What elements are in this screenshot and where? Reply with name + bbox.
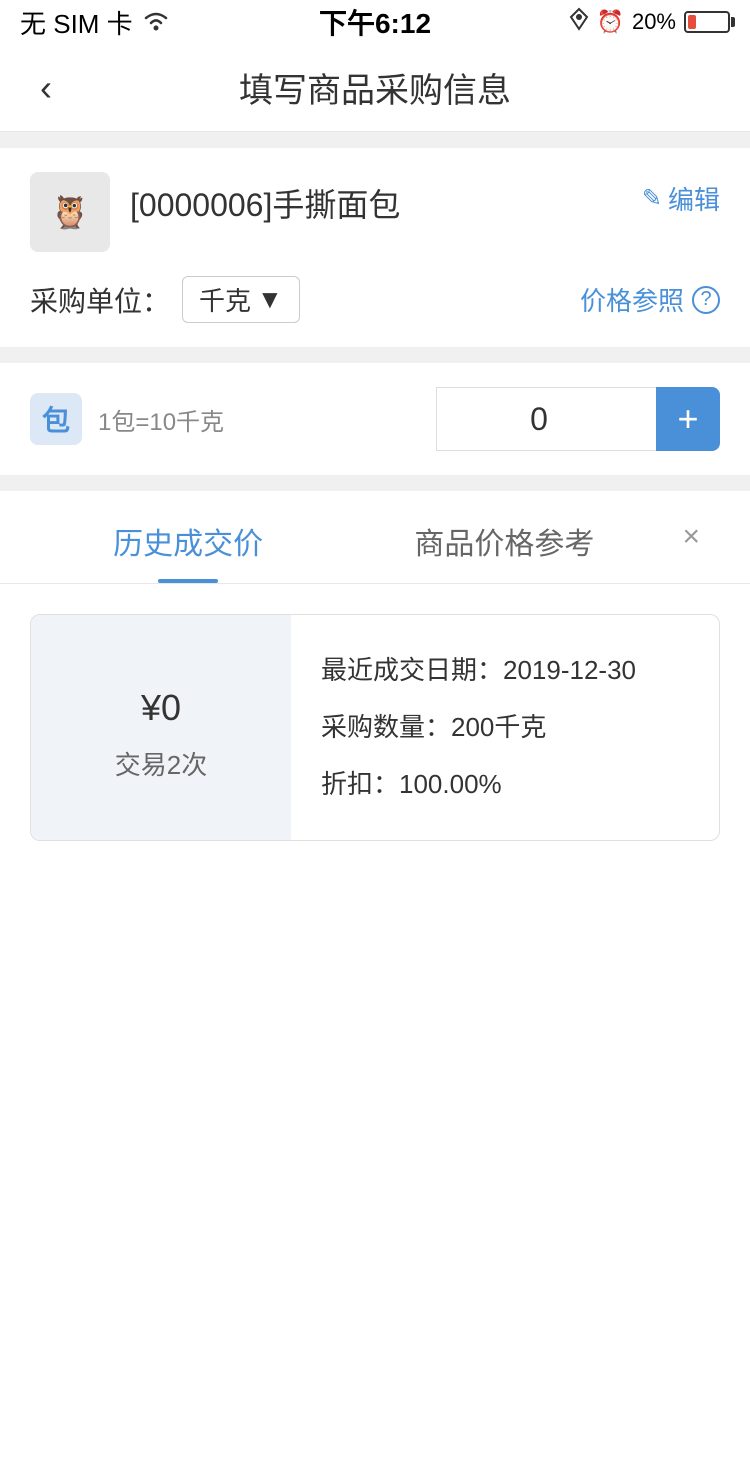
edit-label: 编辑 — [668, 180, 720, 217]
quantity-input[interactable] — [436, 387, 656, 451]
transaction-price-panel: ¥0 交易2次 — [31, 615, 291, 840]
transaction-price: ¥0 — [141, 673, 181, 733]
back-button[interactable]: ‹ — [30, 57, 62, 119]
tab-product-price-label: 商品价格参考 — [414, 528, 594, 561]
quantity-control: + — [436, 387, 720, 451]
carrier-text: 无 SIM 卡 — [20, 4, 133, 41]
tabs-row: 历史成交价 商品价格参考 × — [0, 491, 750, 584]
product-name: [0000006]手撕面包 — [130, 180, 400, 226]
tab-history-label: 历史成交价 — [113, 528, 263, 561]
nav-bar: ‹ 填写商品采购信息 — [0, 44, 750, 132]
recent-date-row: 最近成交日期：2019-12-30 — [321, 651, 689, 690]
logo-owl-icon: 🦉 — [50, 193, 90, 231]
transaction-count: 交易2次 — [115, 745, 207, 782]
product-card: 🦉 [0000006]手撕面包 ✎ 编辑 采购单位： 千克 ▼ 价格参照 ? — [0, 148, 750, 347]
price-ref-label: 价格参照 — [580, 281, 684, 318]
help-icon: ? — [692, 286, 720, 314]
recent-date-value: 2019-12-30 — [503, 655, 636, 685]
transaction-area: ¥0 交易2次 最近成交日期：2019-12-30 采购数量：200千克 折扣：… — [0, 584, 750, 871]
wifi-icon — [141, 7, 171, 38]
bottom-area — [0, 871, 750, 1471]
battery-percent: 20% — [632, 9, 676, 35]
tab-product-price-ref[interactable]: 商品价格参考 — [346, 491, 662, 583]
edit-icon: ✎ — [642, 184, 662, 213]
unit-label: 包 1包=10千克 — [30, 393, 416, 445]
unit-value: 千克 — [199, 281, 251, 318]
quantity-plus-button[interactable]: + — [656, 387, 720, 451]
purchase-unit: 采购单位： 千克 ▼ — [30, 276, 300, 323]
currency-symbol: ¥ — [141, 687, 161, 728]
purchase-qty-value: 200千克 — [451, 712, 546, 742]
page-title: 填写商品采购信息 — [239, 63, 511, 112]
product-meta: 采购单位： 千克 ▼ 价格参照 ? — [30, 276, 720, 323]
close-button[interactable]: × — [662, 500, 720, 574]
dropdown-arrow-icon: ▼ — [257, 284, 283, 315]
recent-date-label: 最近成交日期： — [321, 655, 503, 685]
unit-conversion: 1包=10千克 — [98, 402, 224, 437]
discount-value: 100.00% — [399, 769, 502, 799]
status-left: 无 SIM 卡 — [20, 4, 171, 41]
unit-select-dropdown[interactable]: 千克 ▼ — [182, 276, 300, 323]
price-reference-button[interactable]: 价格参照 ? — [580, 281, 720, 318]
alarm-icon: ⏰ — [597, 9, 624, 35]
battery-icon — [684, 11, 730, 33]
purchase-unit-label: 采购单位： — [30, 280, 170, 320]
discount-label: 折扣： — [321, 769, 399, 799]
unit-box: 包 — [30, 393, 82, 445]
tab-history-price[interactable]: 历史成交价 — [30, 491, 346, 583]
status-time: 下午6:12 — [319, 2, 431, 42]
edit-button[interactable]: ✎ 编辑 — [642, 180, 720, 217]
price-value: 0 — [161, 687, 181, 728]
section-divider — [0, 347, 750, 363]
quantity-row: 包 1包=10千克 + — [0, 363, 750, 475]
transaction-details: 最近成交日期：2019-12-30 采购数量：200千克 折扣：100.00% — [291, 615, 719, 840]
purchase-qty-row: 采购数量：200千克 — [321, 708, 689, 747]
product-info: 🦉 [0000006]手撕面包 — [30, 172, 642, 252]
discount-row: 折扣：100.00% — [321, 765, 689, 804]
purchase-qty-label: 采购数量： — [321, 712, 451, 742]
location-icon — [569, 7, 589, 37]
product-logo: 🦉 — [30, 172, 110, 252]
transaction-card: ¥0 交易2次 最近成交日期：2019-12-30 采购数量：200千克 折扣：… — [30, 614, 720, 841]
modal-panel: 历史成交价 商品价格参考 × ¥0 交易2次 最近成交日期：2019-12-30… — [0, 491, 750, 871]
status-bar: 无 SIM 卡 下午6:12 ⏰ 20% — [0, 0, 750, 44]
status-right: ⏰ 20% — [569, 7, 730, 37]
